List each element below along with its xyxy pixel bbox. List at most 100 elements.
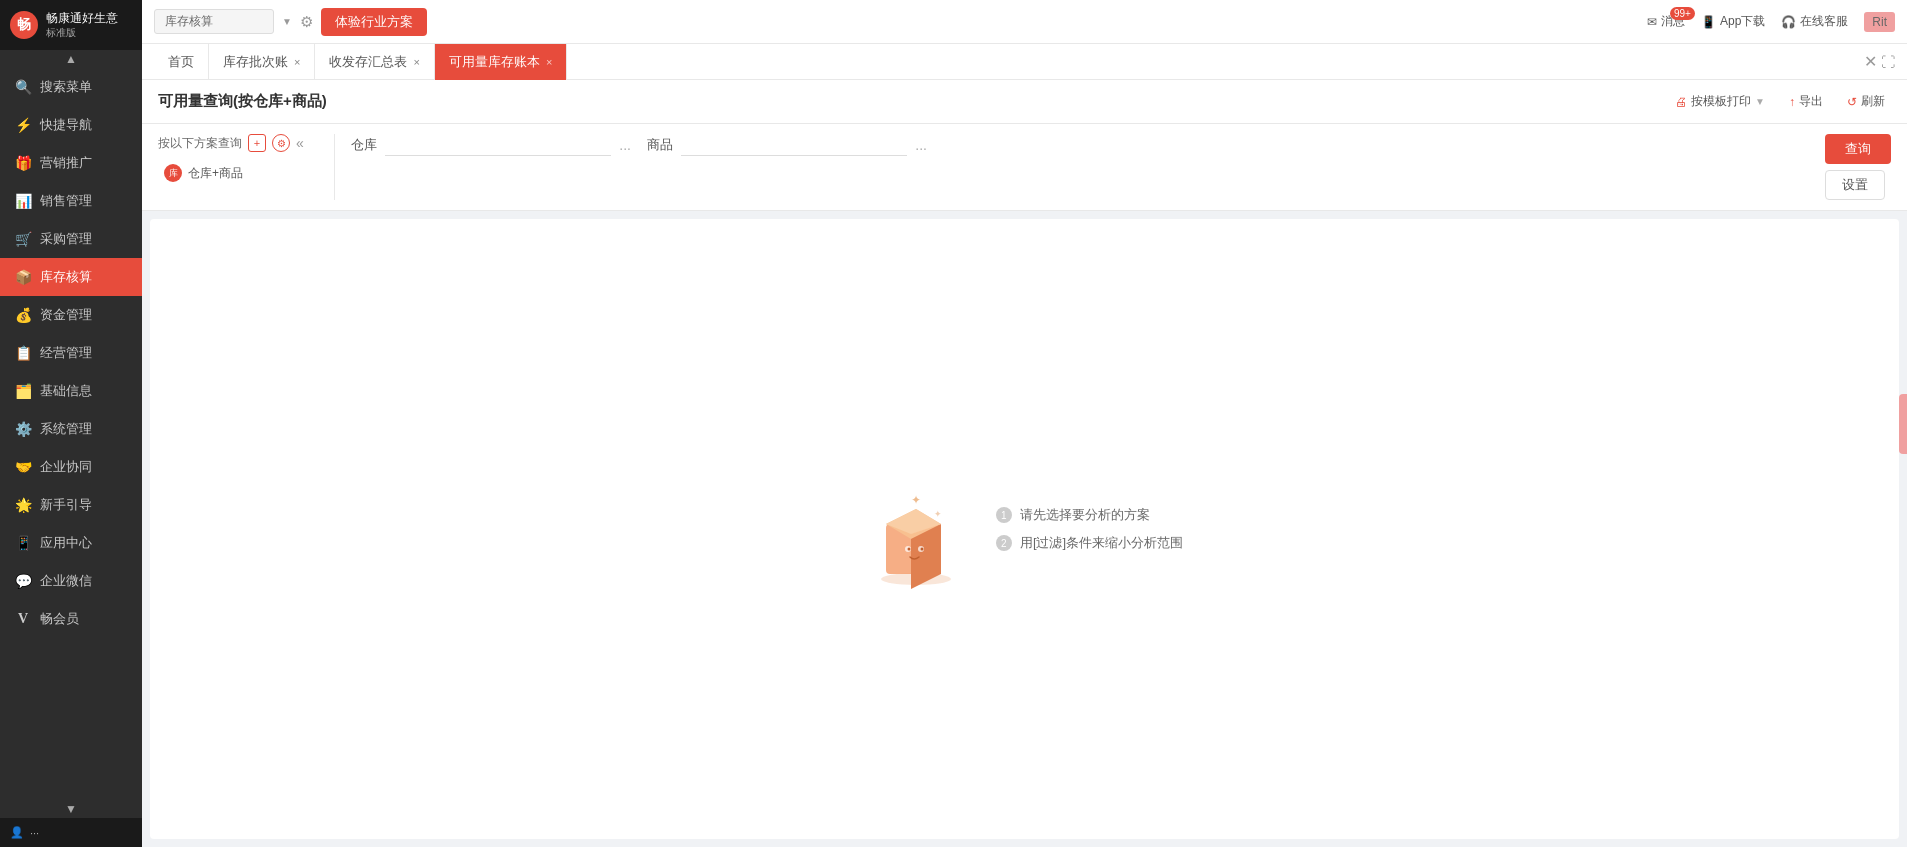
sidebar-item-label: 系统管理 (40, 420, 92, 438)
sidebar-item-apps[interactable]: 📱 应用中心 (0, 524, 142, 562)
refresh-icon: ↺ (1847, 95, 1857, 109)
settings-icon[interactable]: ⚙ (300, 13, 313, 31)
main-content: 库存核算 ▼ ⚙ 体验行业方案 ✉ 消息 99+ 📱 App下载 🎧 在线客服 … (142, 0, 1907, 847)
tab-available[interactable]: 可用量库存账本 × (435, 44, 567, 80)
sidebar-item-member[interactable]: V 畅会员 (0, 600, 142, 638)
tabs-bar: 首页 库存批次账 × 收发存汇总表 × 可用量库存账本 × ✕ ⛶ (142, 44, 1907, 80)
sidebar-item-enterprise[interactable]: 🤝 企业协同 (0, 448, 142, 486)
sidebar-item-label: 企业微信 (40, 572, 92, 590)
sidebar-item-marketing[interactable]: 🎁 营销推广 (0, 144, 142, 182)
page-header: 可用量查询(按仓库+商品) 🖨 按模板打印 ▼ ↑ 导出 ↺ 刷新 (142, 80, 1907, 124)
sidebar-item-inventory[interactable]: 📦 库存核算 (0, 258, 142, 296)
sidebar-item-label: 资金管理 (40, 306, 92, 324)
finance-icon: 💰 (14, 306, 32, 324)
content-area: ✦ ✦ 1 请先选择要分析的方案 2 用[过滤]条件来缩小分析范围 (150, 219, 1899, 839)
print-button[interactable]: 🖨 按模板打印 ▼ (1669, 90, 1771, 113)
sidebar-item-sales[interactable]: 📊 销售管理 (0, 182, 142, 220)
user-avatar[interactable]: Rit (1864, 12, 1895, 32)
app-download-button[interactable]: 📱 App下载 (1701, 13, 1765, 30)
empty-illustration: ✦ ✦ (866, 479, 966, 579)
svg-text:✦: ✦ (934, 509, 942, 519)
warehouse-label: 仓库 (351, 136, 377, 154)
tab-available-close[interactable]: × (546, 56, 552, 68)
member-icon: V (14, 610, 32, 628)
filter-scheme: 按以下方案查询 + ⚙ « 库 仓库+商品 (158, 134, 318, 186)
tab-batch-close[interactable]: × (294, 56, 300, 68)
sidebar-item-newbie[interactable]: 🌟 新手引导 (0, 486, 142, 524)
industry-solution-button[interactable]: 体验行业方案 (321, 8, 427, 36)
apps-icon: 📱 (14, 534, 32, 552)
sidebar-item-label: 基础信息 (40, 382, 92, 400)
query-button[interactable]: 查询 (1825, 134, 1891, 164)
tab-home[interactable]: 首页 (154, 44, 209, 80)
purchase-icon: 🛒 (14, 230, 32, 248)
warehouse-input[interactable] (385, 134, 611, 156)
sidebar-item-label: 企业协同 (40, 458, 92, 476)
tab-collection[interactable]: 收发存汇总表 × (315, 44, 434, 80)
sales-icon: 📊 (14, 192, 32, 210)
sidebar-item-wechat[interactable]: 💬 企业微信 (0, 562, 142, 600)
basic-icon: 🗂️ (14, 382, 32, 400)
sidebar-item-purchase[interactable]: 🛒 采购管理 (0, 220, 142, 258)
filter-right-actions: 查询 设置 (1825, 134, 1891, 200)
tab-collection-label: 收发存汇总表 (329, 53, 407, 71)
sidebar-item-search[interactable]: 🔍 搜索菜单 (0, 68, 142, 106)
filter-fields: 仓库 ... 商品 ... (351, 134, 1813, 156)
refresh-button[interactable]: ↺ 刷新 (1841, 90, 1891, 113)
sidebar-item-shortcut[interactable]: ⚡ 快捷导航 (0, 106, 142, 144)
tab-collection-close[interactable]: × (413, 56, 419, 68)
sidebar-scroll-up[interactable]: ▲ (0, 50, 142, 68)
sidebar-item-label: 营销推广 (40, 154, 92, 172)
tab-home-label: 首页 (168, 53, 194, 71)
system-icon: ⚙️ (14, 420, 32, 438)
tabs-expand-button[interactable]: ⛶ (1881, 54, 1895, 70)
empty-svg-icon: ✦ ✦ (866, 479, 966, 589)
sidebar-scroll-down[interactable]: ▼ (0, 800, 142, 818)
collapse-button[interactable]: « (296, 135, 304, 151)
sidebar-subtitle: 标准版 (46, 26, 118, 40)
empty-state: ✦ ✦ 1 请先选择要分析的方案 2 用[过滤]条件来缩小分析范围 (866, 479, 1183, 579)
scheme-item-warehouse-goods[interactable]: 库 仓库+商品 (158, 160, 318, 186)
headset-icon: 🎧 (1781, 15, 1796, 29)
goods-more-button[interactable]: ... (915, 137, 927, 153)
sidebar-item-system[interactable]: ⚙️ 系统管理 (0, 410, 142, 448)
warehouse-more-button[interactable]: ... (619, 137, 631, 153)
sidebar-item-operations[interactable]: 📋 经营管理 (0, 334, 142, 372)
sidebar-item-label: 销售管理 (40, 192, 92, 210)
sidebar-item-label: 采购管理 (40, 230, 92, 248)
breadcrumb-dropdown-icon[interactable]: ▼ (282, 16, 292, 27)
user-avatar-small: 👤 (10, 826, 24, 839)
svg-text:✦: ✦ (911, 493, 921, 507)
right-scroll-hint (1899, 394, 1907, 454)
message-icon: ✉ (1647, 15, 1657, 29)
filter-scheme-header: 按以下方案查询 + ⚙ « (158, 134, 318, 152)
sidebar-user-label: ··· (30, 827, 39, 839)
shortcut-icon: ⚡ (14, 116, 32, 134)
filter-divider (334, 134, 335, 200)
sidebar-header: 畅 畅康通好生意 标准版 (0, 0, 142, 50)
inventory-icon: 📦 (14, 268, 32, 286)
tab-batch[interactable]: 库存批次账 × (209, 44, 315, 80)
settings-scheme-button[interactable]: ⚙ (272, 134, 290, 152)
sidebar-item-label: 库存核算 (40, 268, 92, 286)
sidebar-item-basic[interactable]: 🗂️ 基础信息 (0, 372, 142, 410)
topbar-breadcrumb[interactable]: 库存核算 (154, 9, 274, 34)
print-dropdown-icon[interactable]: ▼ (1755, 96, 1765, 107)
add-scheme-button[interactable]: + (248, 134, 266, 152)
customer-service-button[interactable]: 🎧 在线客服 (1781, 13, 1848, 30)
mobile-icon: 📱 (1701, 15, 1716, 29)
topbar-right: ✉ 消息 99+ 📱 App下载 🎧 在线客服 Rit (1647, 12, 1895, 32)
marketing-icon: 🎁 (14, 154, 32, 172)
filter-scheme-label: 按以下方案查询 (158, 135, 242, 152)
export-button[interactable]: ↑ 导出 (1783, 90, 1829, 113)
sidebar-logo: 畅 (10, 11, 38, 39)
goods-input[interactable] (681, 134, 907, 156)
message-button[interactable]: ✉ 消息 99+ (1647, 13, 1685, 30)
sidebar-footer[interactable]: 👤 ··· (0, 818, 142, 847)
sidebar-item-finance[interactable]: 💰 资金管理 (0, 296, 142, 334)
sidebar-item-label: 搜索菜单 (40, 78, 92, 96)
filter-settings-button[interactable]: 设置 (1825, 170, 1885, 200)
topbar: 库存核算 ▼ ⚙ 体验行业方案 ✉ 消息 99+ 📱 App下载 🎧 在线客服 … (142, 0, 1907, 44)
newbie-icon: 🌟 (14, 496, 32, 514)
tabs-close-all-button[interactable]: ✕ (1864, 52, 1877, 71)
